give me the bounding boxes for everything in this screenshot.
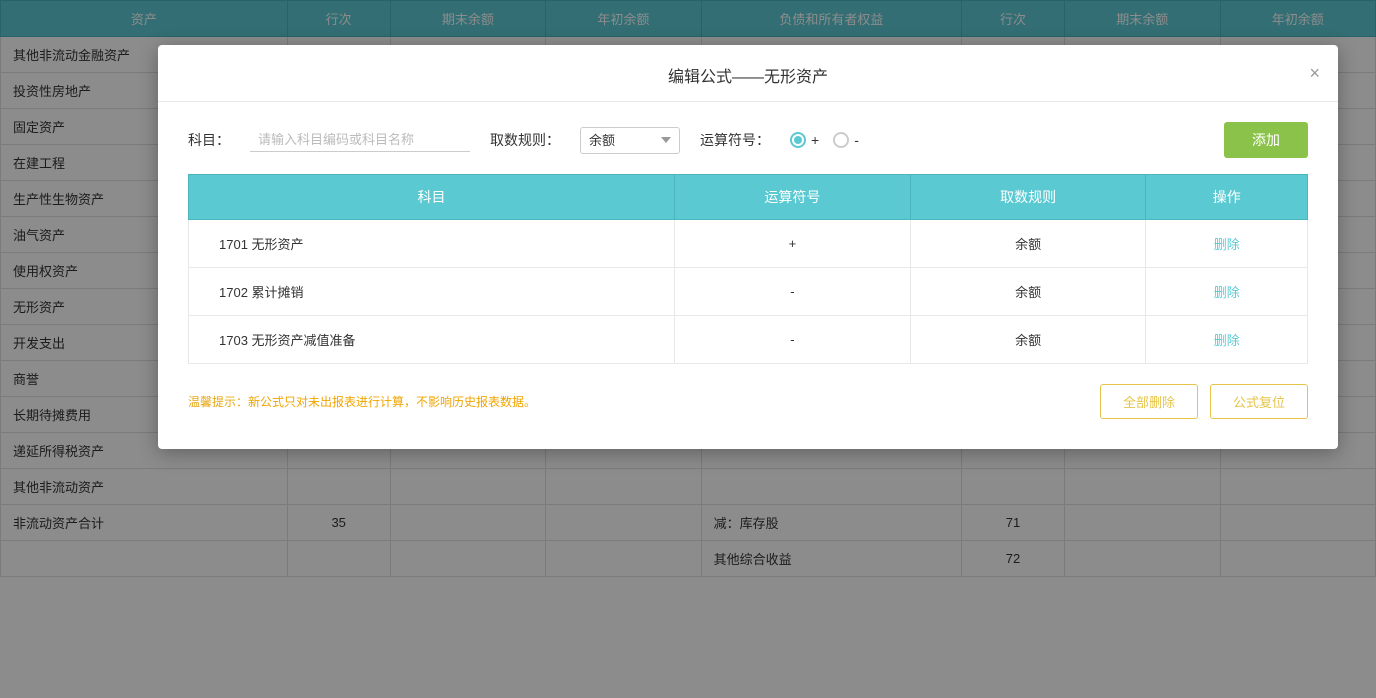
modal-title: 编辑公式——无形资产 [668,63,828,87]
footer-buttons: 全部删除 公式复位 [1100,384,1308,419]
radio-minus-circle [833,132,849,148]
cell-subject: 1703 无形资产减值准备 [189,316,675,364]
formula-table-row: 1701 无形资产 + 余额 删除 [189,220,1308,268]
tip-text: 新公式只对未出报表进行计算，不影响历史报表数据。 [248,395,536,409]
operator-label: 运算符号： [700,130,770,150]
rule-select[interactable]: 余额 借方发生额 贷方发生额 [580,127,680,154]
th-subject: 科目 [189,175,675,220]
rule-label: 取数规则： [490,130,560,150]
radio-plus-circle [790,132,806,148]
modal-footer: 温馨提示：新公式只对未出报表进行计算，不影响历史报表数据。 全部删除 公式复位 [158,364,1338,419]
formula-table-row: 1703 无形资产减值准备 - 余额 删除 [189,316,1308,364]
reset-formula-button[interactable]: 公式复位 [1210,384,1308,419]
cell-operator: + [675,220,911,268]
modal-header: 编辑公式——无形资产 × [158,45,1338,102]
subject-label: 科目： [188,130,230,150]
table-header-row: 科目 运算符号 取数规则 操作 [189,175,1308,220]
formula-table: 科目 运算符号 取数规则 操作 1701 无形资产 + 余额 删除 1702 累… [188,174,1308,364]
radio-plus[interactable]: + [790,132,819,148]
formula-table-row: 1702 累计摊销 - 余额 删除 [189,268,1308,316]
delete-all-button[interactable]: 全部删除 [1100,384,1198,419]
cell-action: 删除 [1146,268,1308,316]
radio-minus[interactable]: - [833,132,859,148]
cell-subject: 1702 累计摊销 [189,268,675,316]
cell-rule: 余额 [910,220,1146,268]
formula-form: 科目： 取数规则： 余额 借方发生额 贷方发生额 运算符号： + - 添加 [158,102,1338,174]
cell-action: 删除 [1146,316,1308,364]
th-action: 操作 [1146,175,1308,220]
formula-table-wrap: 科目 运算符号 取数规则 操作 1701 无形资产 + 余额 删除 1702 累… [188,174,1308,364]
tip-prefix: 温馨提示： [188,395,248,409]
cell-operator: - [675,316,911,364]
delete-row-button[interactable]: 删除 [1214,237,1240,252]
delete-row-button[interactable]: 删除 [1214,333,1240,348]
cell-rule: 余额 [910,268,1146,316]
operator-radio-group: + - [790,132,859,148]
th-operator: 运算符号 [675,175,911,220]
add-button[interactable]: 添加 [1224,122,1308,158]
edit-formula-modal: 编辑公式——无形资产 × 科目： 取数规则： 余额 借方发生额 贷方发生额 运算… [158,45,1338,449]
cell-subject: 1701 无形资产 [189,220,675,268]
cell-rule: 余额 [910,316,1146,364]
modal-close-button[interactable]: × [1309,64,1320,82]
radio-plus-label: + [811,132,819,148]
cell-action: 删除 [1146,220,1308,268]
rule-select-wrap: 余额 借方发生额 贷方发生额 [580,127,680,154]
cell-operator: - [675,268,911,316]
delete-row-button[interactable]: 删除 [1214,285,1240,300]
th-rule: 取数规则 [910,175,1146,220]
subject-input[interactable] [250,128,470,152]
footer-tip: 温馨提示：新公式只对未出报表进行计算，不影响历史报表数据。 [188,393,536,410]
radio-minus-label: - [854,132,859,148]
